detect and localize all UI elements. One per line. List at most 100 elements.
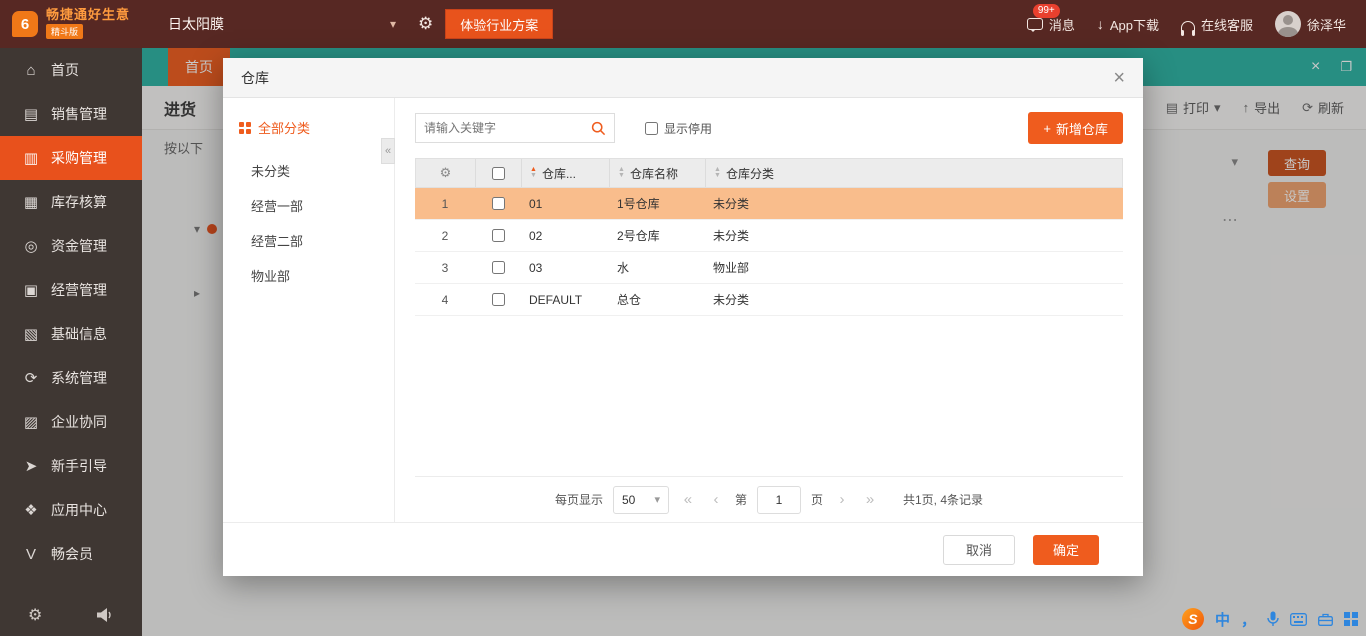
- row-checkbox[interactable]: [491, 293, 505, 306]
- microphone-icon[interactable]: [1267, 611, 1279, 627]
- screen: 6 畅捷通好生意 精斗版 日太阳膜 ▾ ⚙ 体验行业方案 99+ 消息 ↓ Ap…: [0, 0, 1366, 636]
- ime-punctuation-icon[interactable]: ，: [1241, 609, 1256, 630]
- sidebar-item-basic-info[interactable]: ▧ 基础信息: [0, 312, 142, 356]
- table-row[interactable]: 3 03 水 物业部: [415, 252, 1123, 284]
- sidebar-item-label: 系统管理: [51, 370, 107, 386]
- column-header-category[interactable]: ▲ ▼ 仓库分类: [706, 159, 1122, 187]
- sidebar-item-label: 资金管理: [51, 238, 107, 254]
- messages-button[interactable]: 99+ 消息: [1026, 3, 1075, 34]
- announcement-icon[interactable]: [97, 608, 114, 622]
- collapse-panel-icon[interactable]: «: [381, 138, 395, 164]
- operations-icon: ▣: [23, 282, 39, 299]
- category-item[interactable]: 未分类: [223, 153, 394, 188]
- prev-page-icon[interactable]: ‹: [707, 491, 725, 508]
- first-page-icon[interactable]: «: [679, 491, 697, 508]
- warehouse-category: 未分类: [713, 197, 750, 211]
- app-download-button[interactable]: ↓ App下载: [1097, 15, 1159, 34]
- sidebar-item-funds[interactable]: ◎ 资金管理: [0, 224, 142, 268]
- ime-language-icon[interactable]: 中: [1215, 609, 1230, 630]
- sidebar-item-sales[interactable]: ▤ 销售管理: [0, 92, 142, 136]
- row-checkbox[interactable]: [491, 229, 505, 242]
- app-logo[interactable]: 6 畅捷通好生意 精斗版: [0, 0, 158, 48]
- row-checkbox[interactable]: [491, 261, 505, 274]
- row-number: 2: [441, 228, 449, 243]
- ime-tray: S 中 ，: [1181, 608, 1358, 630]
- headset-icon: [1180, 21, 1195, 36]
- column-header-name[interactable]: ▲ ▼ 仓库名称: [610, 159, 706, 187]
- sort-icons: ▲ ▼: [618, 166, 625, 179]
- sidebar: ⌂ 首页 ▤ 销售管理 ▥ 采购管理 ▦ 库存核算 ◎ 资金管理 ▣ 经营管理 ▧ 基础信息 …: [0, 48, 142, 636]
- confirm-button[interactable]: 确定: [1033, 534, 1099, 565]
- purchase-icon: ▥: [23, 150, 39, 167]
- membership-icon: V: [25, 545, 36, 563]
- sidebar-item-label: 基础信息: [51, 326, 107, 342]
- warehouse-name: 水: [617, 261, 630, 275]
- all-categories[interactable]: 全部分类: [223, 118, 394, 137]
- settings-gear-icon[interactable]: ⚙: [418, 14, 433, 34]
- per-page-select[interactable]: 50 ▾: [612, 485, 669, 514]
- sidebar-item-inventory[interactable]: ▦ 库存核算: [0, 180, 142, 224]
- table-row[interactable]: 4 DEFAULT 总仓 未分类: [415, 284, 1123, 316]
- system-icon: ⟳: [24, 370, 38, 387]
- sogou-ime-icon[interactable]: S: [1181, 608, 1204, 630]
- sidebar-item-collaboration[interactable]: ▨ 企业协同: [0, 400, 142, 444]
- grid-menu-icon[interactable]: [1344, 612, 1358, 626]
- user-menu[interactable]: 徐泽华: [1274, 11, 1346, 37]
- gear-icon[interactable]: ⚙: [28, 605, 42, 625]
- inventory-icon: ▦: [23, 194, 39, 211]
- download-icon: ↓: [1096, 16, 1104, 32]
- topbar-right: 99+ 消息 ↓ App下载 在线客服 徐泽华: [1026, 3, 1366, 37]
- close-icon[interactable]: ×: [1113, 68, 1125, 88]
- online-service-button[interactable]: 在线客服: [1180, 15, 1253, 36]
- industry-solution-button[interactable]: 体验行业方案: [445, 9, 554, 39]
- warehouse-name: 2号仓库: [617, 229, 660, 243]
- username: 徐泽华: [1306, 17, 1346, 33]
- select-all-checkbox[interactable]: [492, 166, 505, 180]
- search-input[interactable]: [424, 121, 591, 135]
- next-page-icon[interactable]: ›: [833, 491, 851, 508]
- toolbox-icon[interactable]: [1318, 613, 1333, 626]
- collaboration-icon: ▨: [23, 414, 39, 431]
- table-row[interactable]: 2 02 2号仓库 未分类: [415, 220, 1123, 252]
- sort-icons: ▲ ▼: [714, 166, 721, 179]
- show-disabled-checkbox[interactable]: [645, 121, 658, 135]
- sidebar-footer: ⚙: [0, 594, 142, 636]
- category-item[interactable]: 经营二部: [223, 223, 394, 258]
- sidebar-item-label: 销售管理: [51, 106, 107, 122]
- funds-icon: ◎: [24, 238, 38, 255]
- plus-icon: +: [1043, 120, 1051, 136]
- search-icon[interactable]: [591, 121, 606, 136]
- table-row[interactable]: 1 01 1号仓库 未分类: [415, 188, 1123, 220]
- row-checkbox[interactable]: [491, 197, 505, 210]
- warehouse-modal: 仓库 × 全部分类 未分类 经营一部 经营二部 物业部 « 请输入关键字 显示停…: [223, 58, 1143, 576]
- table-body: 1 01 1号仓库 未分类 2 02 2号仓库 未分类 3 03 水 物业部 4…: [415, 188, 1123, 316]
- category-item[interactable]: 经营一部: [223, 188, 394, 223]
- warehouse-category: 未分类: [713, 229, 750, 243]
- sidebar-item-operations[interactable]: ▣ 经营管理: [0, 268, 142, 312]
- sidebar-item-system[interactable]: ⟳ 系统管理: [0, 356, 142, 400]
- sidebar-item-purchase[interactable]: ▥ 采购管理: [0, 136, 142, 180]
- modal-footer: 取消 确定: [223, 522, 1143, 576]
- search-box: [415, 113, 615, 143]
- topbar: 6 畅捷通好生意 精斗版 日太阳膜 ▾ ⚙ 体验行业方案 99+ 消息 ↓ Ap…: [0, 0, 1366, 48]
- column-header-code[interactable]: ▲ ▼ 仓库...: [522, 159, 610, 187]
- category-item[interactable]: 物业部: [223, 258, 394, 293]
- company-select[interactable]: 日太阳膜 ▾: [158, 14, 406, 34]
- warehouse-code: DEFAULT: [529, 292, 583, 307]
- keyboard-icon[interactable]: [1290, 612, 1307, 626]
- sidebar-item-membership[interactable]: V 畅会员: [0, 532, 142, 576]
- select-all-header[interactable]: [476, 159, 522, 187]
- sidebar-item-guide[interactable]: ➤ 新手引导: [0, 444, 142, 488]
- sidebar-item-home[interactable]: ⌂ 首页: [0, 48, 142, 92]
- column-settings-header[interactable]: ⚙: [416, 159, 476, 187]
- cancel-button[interactable]: 取消: [943, 534, 1015, 565]
- warehouse-category: 未分类: [713, 293, 750, 307]
- page-number-input[interactable]: [756, 485, 801, 514]
- last-page-icon[interactable]: »: [861, 491, 879, 508]
- warehouse-code: 01: [529, 196, 543, 211]
- show-disabled-toggle[interactable]: 显示停用: [645, 120, 712, 137]
- sidebar-item-app-center[interactable]: ❖ 应用中心: [0, 488, 142, 532]
- add-warehouse-button[interactable]: + 新增仓库: [1028, 112, 1123, 144]
- row-number: 3: [441, 260, 449, 275]
- page-prefix: 第: [734, 493, 747, 507]
